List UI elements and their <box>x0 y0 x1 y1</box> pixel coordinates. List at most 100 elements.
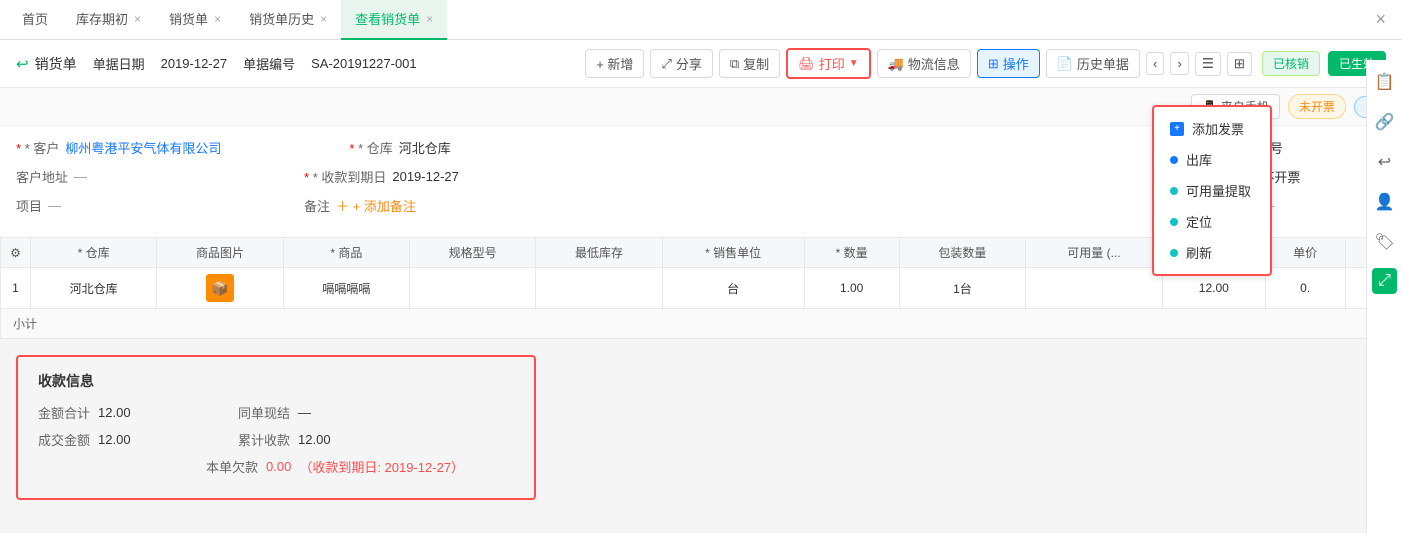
add-invoice-icon: + <box>1170 122 1184 136</box>
view-list-button[interactable]: ☰ <box>1195 52 1221 76</box>
tab-view-sales[interactable]: 查看销货单 × <box>341 0 447 40</box>
subtotal-row: 小计 <box>1 309 1402 339</box>
logistics-button[interactable]: 🚚 物流信息 <box>877 49 971 78</box>
tab-view-sales-close[interactable]: × <box>426 12 433 26</box>
history-button[interactable]: 📄 历史单据 <box>1046 49 1140 78</box>
print-icon: 🖨 <box>798 56 815 72</box>
owed-item: 本单欠款 0.00 （收款到期日: 2019-12-27） <box>206 457 464 476</box>
sidebar-user-icon[interactable]: 👤 <box>1371 188 1399 216</box>
history-icon: 📄 <box>1057 56 1073 72</box>
doc-type-label: 销货单 <box>35 54 77 74</box>
tab-sales-order[interactable]: 销货单 × <box>155 0 235 40</box>
dropdown-add-invoice[interactable]: + 添加发票 <box>1154 113 1270 144</box>
operate-button[interactable]: ⊞ 操作 <box>977 49 1040 78</box>
row-product-img: 📦 <box>157 268 283 309</box>
tab-sales-history-close[interactable]: × <box>320 12 327 26</box>
document-header: ↩ 销货单 单据日期 2019-12-27 单据编号 SA-20191227-0… <box>0 40 1402 88</box>
not-open-ticket-button[interactable]: 未开票 <box>1288 94 1346 119</box>
print-dropdown-icon: ▼ <box>849 58 859 69</box>
total-received-item: 累计收款 12.00 <box>238 430 398 449</box>
tab-bar-close-icon[interactable]: × <box>1367 9 1394 30</box>
document-title: ↩ 销货单 <box>16 54 77 74</box>
col-pack-qty: 包装数量 <box>899 238 1025 268</box>
customer-field: * * 客户 柳州粤港平安气体有限公司 <box>16 138 221 157</box>
address-value: — <box>74 169 87 184</box>
available-qty-dot-icon <box>1170 187 1178 195</box>
share-button[interactable]: ⤢ 分享 <box>650 49 712 78</box>
payment-title: 收款信息 <box>38 371 514 391</box>
add-remark-button[interactable]: ＋ + 添加备注 <box>336 196 416 215</box>
sidebar-clipboard-icon[interactable]: 📋 <box>1371 68 1399 96</box>
subtotal-label: 小计 <box>1 309 1402 339</box>
refresh-dot-icon <box>1170 249 1178 257</box>
sidebar-expand-icon[interactable]: ⤢ <box>1372 268 1397 294</box>
col-product: * 商品 <box>283 238 409 268</box>
tab-sales-history[interactable]: 销货单历史 × <box>235 0 341 40</box>
col-quantity: * 数量 <box>804 238 899 268</box>
operate-dropdown-menu: + 添加发票 出库 可用量提取 定位 刷新 <box>1152 105 1272 276</box>
col-product-img: 商品图片 <box>157 238 283 268</box>
warehouse-field: * * 仓库 河北仓库 <box>349 138 549 157</box>
number-value: SA-20191227-001 <box>311 56 417 71</box>
owed-due-note: （收款到期日: 2019-12-27） <box>299 457 464 476</box>
tab-home[interactable]: 首页 <box>8 0 62 40</box>
same-order-item: 同单现结 — <box>238 403 398 422</box>
project-value: — <box>48 198 61 213</box>
logistics-icon: 🚚 <box>888 56 904 72</box>
row-pack-qty: 1台 <box>899 268 1025 309</box>
amount-total-item: 金额合计 12.00 <box>38 403 198 422</box>
row-unit: 台 <box>662 268 804 309</box>
dropdown-available-qty[interactable]: 可用量提取 <box>1154 175 1270 206</box>
customer-value[interactable]: 柳州粤港平安气体有限公司 <box>65 138 221 157</box>
view-detail-button[interactable]: ⊞ <box>1227 52 1252 76</box>
copy-icon: ⧉ <box>730 56 739 72</box>
print-button[interactable]: 🖨 打印 ▼ <box>786 48 870 79</box>
operate-icon: ⊞ <box>988 56 999 72</box>
row-available <box>1026 268 1163 309</box>
share-icon: ⤢ <box>661 56 671 72</box>
dropdown-refresh[interactable]: 刷新 <box>1154 237 1270 268</box>
tab-inventory-init[interactable]: 库存期初 × <box>62 0 155 40</box>
date-value: 2019-12-27 <box>161 56 228 71</box>
col-unit: * 销售单位 <box>662 238 804 268</box>
row-min-stock <box>536 268 662 309</box>
locate-dot-icon <box>1170 218 1178 226</box>
cancel-status-badge: 已核销 <box>1262 51 1320 76</box>
row-index: 1 <box>1 268 31 309</box>
row-price: 0. <box>1265 268 1345 309</box>
outbound-dot-icon <box>1170 156 1178 164</box>
payment-info-box: 收款信息 金额合计 12.00 同单现结 — 成交金额 12.00 累计收款 1… <box>16 355 536 500</box>
add-icon: ＋ <box>336 199 349 214</box>
col-warehouse: * 仓库 <box>31 238 157 268</box>
payment-row-1: 金额合计 12.00 同单现结 — <box>38 403 514 422</box>
product-thumbnail: 📦 <box>206 274 234 302</box>
new-button[interactable]: + 新增 <box>585 49 644 78</box>
tab-bar: 首页 库存期初 × 销货单 × 销货单历史 × 查看销货单 × × <box>0 0 1402 40</box>
payment-row-3: 本单欠款 0.00 （收款到期日: 2019-12-27） <box>38 457 514 476</box>
tab-sales-order-close[interactable]: × <box>214 12 221 26</box>
copy-button[interactable]: ⧉ 复制 <box>719 49 780 78</box>
row-quantity: 1.00 <box>804 268 899 309</box>
nav-next-button[interactable]: › <box>1170 52 1188 75</box>
date-label: 单据日期 <box>93 54 145 73</box>
doc-actions: + 新增 ⤢ 分享 ⧉ 复制 🖨 打印 ▼ 🚚 物流信息 ⊞ 操作 📄 历史单据… <box>585 48 1386 79</box>
gear-icon[interactable]: ⚙ <box>10 246 21 260</box>
row-spec <box>409 268 535 309</box>
dropdown-outbound[interactable]: 出库 <box>1154 144 1270 175</box>
tab-inventory-init-close[interactable]: × <box>134 12 141 26</box>
deal-amount-item: 成交金额 12.00 <box>38 430 198 449</box>
nav-prev-button[interactable]: ‹ <box>1146 52 1164 75</box>
col-available: 可用量 (... <box>1026 238 1163 268</box>
row-warehouse: 河北仓库 <box>31 268 157 309</box>
dropdown-locate[interactable]: 定位 <box>1154 206 1270 237</box>
sidebar-return-icon[interactable]: ↩ <box>1374 148 1395 176</box>
project-field: 项目 — <box>16 196 216 215</box>
total-received-value: 12.00 <box>298 432 331 447</box>
col-settings[interactable]: ⚙ <box>1 238 31 268</box>
sidebar-tag-icon[interactable]: 🏷 <box>1370 228 1398 256</box>
col-price: 单价 <box>1265 238 1345 268</box>
payment-row-2: 成交金额 12.00 累计收款 12.00 <box>38 430 514 449</box>
sales-order-icon: ↩ <box>16 55 29 73</box>
sidebar-link-icon[interactable]: 🔗 <box>1371 108 1399 136</box>
warehouse-value: 河北仓库 <box>399 138 451 157</box>
